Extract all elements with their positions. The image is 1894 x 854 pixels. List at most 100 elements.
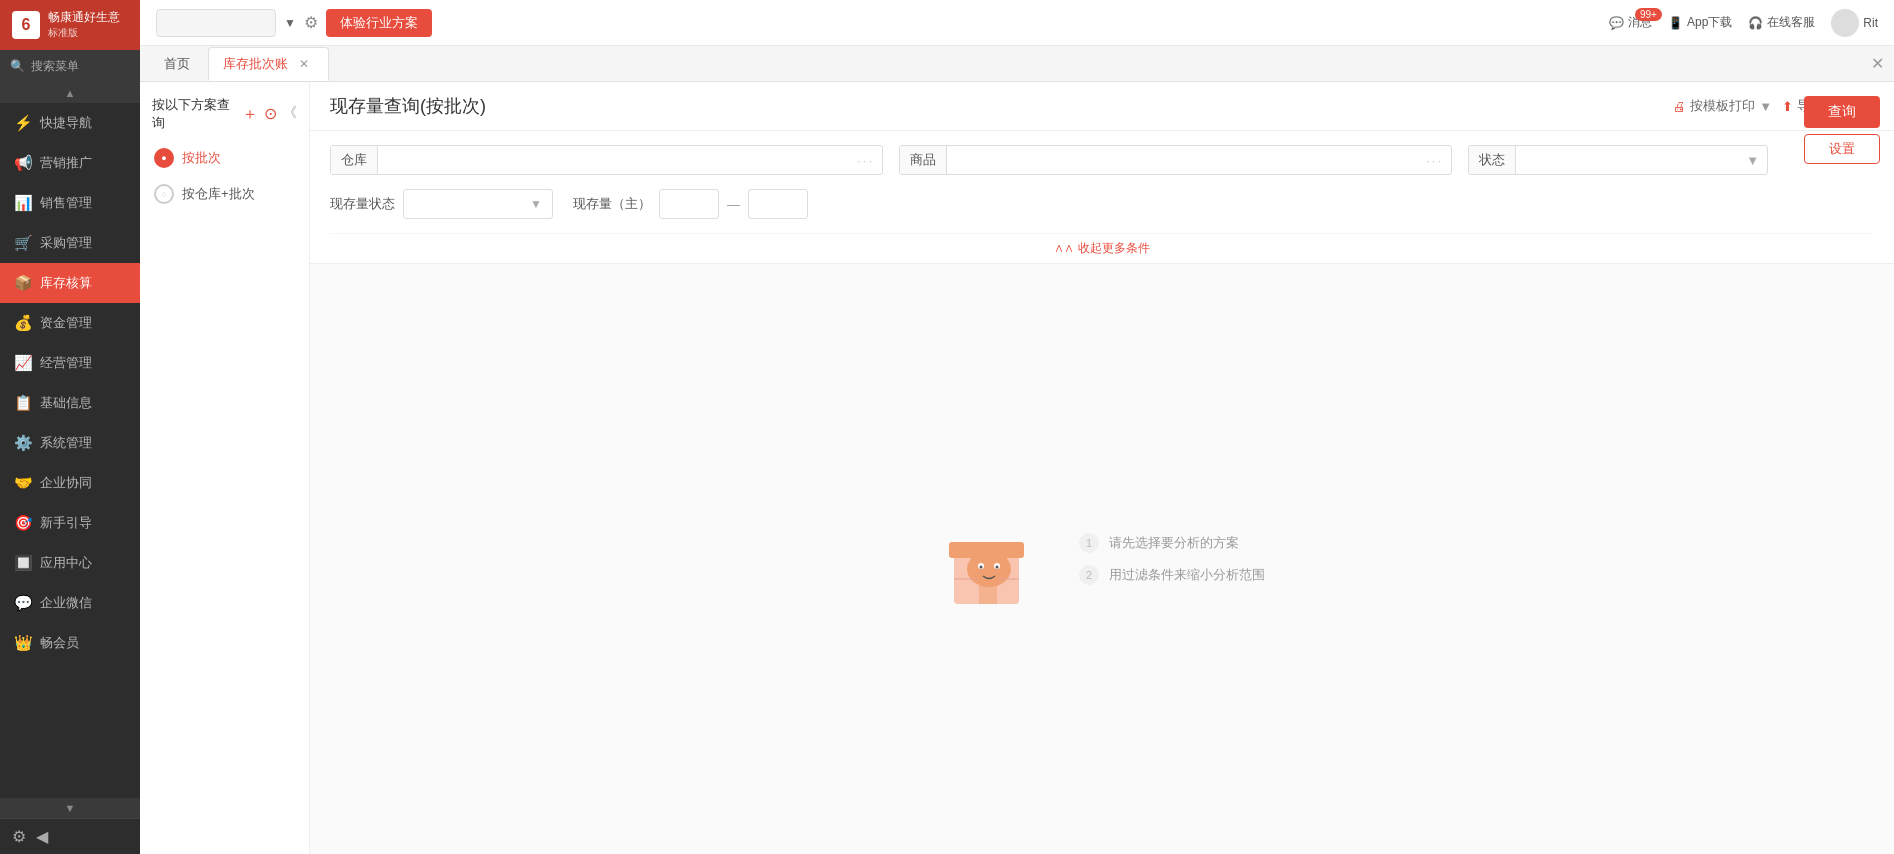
collapse-label: 收起更多条件	[1078, 241, 1150, 255]
plan-item-by-batch[interactable]: ● 按批次	[140, 140, 309, 176]
print-action[interactable]: 🖨 按模板打印 ▼	[1673, 97, 1772, 115]
topbar-search-input[interactable]	[156, 9, 276, 37]
tab-home[interactable]: 首页	[150, 49, 204, 79]
filter-row-second: 现存量状态 ▼ 现存量（主） —	[330, 189, 1874, 233]
product-field: 商品 ···	[899, 145, 1452, 175]
print-dropdown-icon[interactable]: ▼	[1759, 99, 1772, 114]
sidebar-settings-btn[interactable]: ⚙	[12, 827, 26, 846]
plan-label-by-batch: 按批次	[182, 149, 221, 167]
wechat-icon: 💬	[14, 594, 32, 612]
svg-point-3	[967, 551, 1011, 587]
stock-qty-to[interactable]	[748, 189, 808, 219]
dash-separator: —	[727, 197, 740, 212]
close-panel-btn[interactable]: ✕	[1871, 54, 1884, 73]
sidebar-label-finance: 资金管理	[40, 314, 92, 332]
collapse-trigger[interactable]: ∧∧ 收起更多条件	[330, 233, 1874, 263]
sidebar-item-members[interactable]: 👑 畅会员	[0, 623, 140, 663]
sidebar-item-sales[interactable]: 📊 销售管理	[0, 183, 140, 223]
hint-text-2: 用过滤条件来缩小分析范围	[1109, 566, 1265, 584]
experience-button[interactable]: 体验行业方案	[326, 9, 432, 37]
topbar: ▼ ⚙ 体验行业方案 💬 消息 99+ 📱 App下载 🎧 在线客服 Rit	[140, 0, 1894, 46]
sidebar-label-members: 畅会员	[40, 634, 79, 652]
sidebar-item-quick-nav[interactable]: ⚡ 快捷导航	[0, 103, 140, 143]
system-icon: ⚙️	[14, 434, 32, 452]
hints-list: 1 请先选择要分析的方案 2 用过滤条件来缩小分析范围	[1079, 533, 1265, 585]
tab-close-button[interactable]: ✕	[294, 54, 314, 74]
sidebar-label-sales: 销售管理	[40, 194, 92, 212]
stock-status-label: 现存量状态	[330, 195, 395, 213]
sidebar-item-operations[interactable]: 📈 经营管理	[0, 343, 140, 383]
settings-plan-icon[interactable]: ⊙	[264, 104, 277, 125]
left-panel-icons: ＋ ⊙ 《	[242, 104, 297, 125]
product-more-icon[interactable]: ···	[1418, 153, 1451, 168]
topbar-gear-icon[interactable]: ⚙	[304, 13, 318, 32]
hint-row-1: 1 请先选择要分析的方案	[1079, 533, 1265, 553]
sidebar-item-system[interactable]: ⚙️ 系统管理	[0, 423, 140, 463]
add-plan-icon[interactable]: ＋	[242, 104, 258, 125]
warehouse-more-icon[interactable]: ···	[849, 153, 882, 168]
page-header: 现存量查询(按批次) 🖨 按模板打印 ▼ ⬆ 导出 ↺ 刷新	[310, 82, 1894, 131]
user-avatar	[1831, 9, 1859, 37]
app-logo: 6	[12, 11, 40, 39]
sidebar: 6 畅康通好生意 标准版 🔍 搜索菜单 ▲ ⚡ 快捷导航 📢 营销推广 📊 销售…	[0, 0, 140, 854]
finance-icon: 💰	[14, 314, 32, 332]
collapse-panel-icon[interactable]: 《	[283, 104, 297, 125]
hint-num-2: 2	[1079, 565, 1099, 585]
sidebar-label-inventory: 库存核算	[40, 274, 92, 292]
sidebar-item-apps[interactable]: 🔲 应用中心	[0, 543, 140, 583]
warehouse-label: 仓库	[331, 146, 378, 174]
sidebar-item-enterprise[interactable]: 🤝 企业协同	[0, 463, 140, 503]
stock-status-select[interactable]: ▼	[403, 189, 553, 219]
plan-icon-by-batch: ●	[154, 148, 174, 168]
sidebar-collapse-btn[interactable]: ◀	[36, 827, 48, 846]
query-button[interactable]: 查询	[1804, 96, 1880, 128]
plan-item-by-warehouse-batch[interactable]: ○ 按仓库+批次	[140, 176, 309, 212]
page-content-wrapper: 现存量查询(按批次) 🖨 按模板打印 ▼ ⬆ 导出 ↺ 刷新	[310, 82, 1894, 854]
purchase-icon: 🛒	[14, 234, 32, 252]
headset-icon: 🎧	[1748, 16, 1763, 30]
app-version: 标准版	[48, 26, 120, 40]
sidebar-item-inventory[interactable]: 📦 库存核算	[0, 263, 140, 303]
app-download-item[interactable]: 📱 App下载	[1668, 14, 1732, 31]
hint-text-1: 请先选择要分析的方案	[1109, 534, 1239, 552]
tab-inventory-batch[interactable]: 库存批次账 ✕	[208, 47, 329, 81]
topbar-dropdown[interactable]: ▼	[284, 16, 296, 30]
status-arrow-icon[interactable]: ▼	[1738, 153, 1767, 168]
sidebar-label-marketing: 营销推广	[40, 154, 92, 172]
user-profile-item[interactable]: Rit	[1831, 9, 1878, 37]
sidebar-nav: ⚡ 快捷导航 📢 营销推广 📊 销售管理 🛒 采购管理 📦 库存核算 💰 资金管…	[0, 103, 140, 798]
empty-illustration	[939, 504, 1039, 614]
sidebar-item-marketing[interactable]: 📢 营销推广	[0, 143, 140, 183]
sidebar-item-purchase[interactable]: 🛒 采购管理	[0, 223, 140, 263]
sidebar-scroll-up[interactable]: ▲	[0, 83, 140, 103]
sidebar-label-apps: 应用中心	[40, 554, 92, 572]
online-service-item[interactable]: 🎧 在线客服	[1748, 14, 1815, 31]
results-area: 1 请先选择要分析的方案 2 用过滤条件来缩小分析范围	[310, 264, 1894, 854]
sidebar-item-guide[interactable]: 🎯 新手引导	[0, 503, 140, 543]
stock-qty-from[interactable]	[659, 189, 719, 219]
plan-icon-by-warehouse-batch: ○	[154, 184, 174, 204]
quick-nav-icon: ⚡	[14, 114, 32, 132]
basics-icon: 📋	[14, 394, 32, 412]
sales-icon: 📊	[14, 194, 32, 212]
sidebar-label-wechat: 企业微信	[40, 594, 92, 612]
online-service-label: 在线客服	[1767, 14, 1815, 31]
sidebar-item-wechat[interactable]: 💬 企业微信	[0, 583, 140, 623]
sidebar-header: 6 畅康通好生意 标准版	[0, 0, 140, 50]
filter-settings-button[interactable]: 设置	[1804, 134, 1880, 164]
status-label: 状态	[1469, 146, 1516, 174]
sidebar-item-finance[interactable]: 💰 资金管理	[0, 303, 140, 343]
sidebar-scroll-down[interactable]: ▼	[0, 798, 140, 818]
topbar-right: 💬 消息 99+ 📱 App下载 🎧 在线客服 Rit	[1609, 9, 1878, 37]
svg-point-6	[980, 566, 983, 569]
sidebar-item-basics[interactable]: 📋 基础信息	[0, 383, 140, 423]
status-field: 状态 ▼	[1468, 145, 1768, 175]
sidebar-footer: ⚙ ◀	[0, 818, 140, 854]
search-icon: 🔍	[10, 59, 25, 73]
sidebar-label-purchase: 采购管理	[40, 234, 92, 252]
search-menu-item[interactable]: 🔍 搜索菜单	[0, 50, 140, 83]
messages-item[interactable]: 💬 消息 99+	[1609, 14, 1652, 31]
left-panel-header: 按以下方案查询 ＋ ⊙ 《	[140, 92, 309, 140]
message-icon: 💬	[1609, 16, 1624, 30]
sidebar-label-basics: 基础信息	[40, 394, 92, 412]
